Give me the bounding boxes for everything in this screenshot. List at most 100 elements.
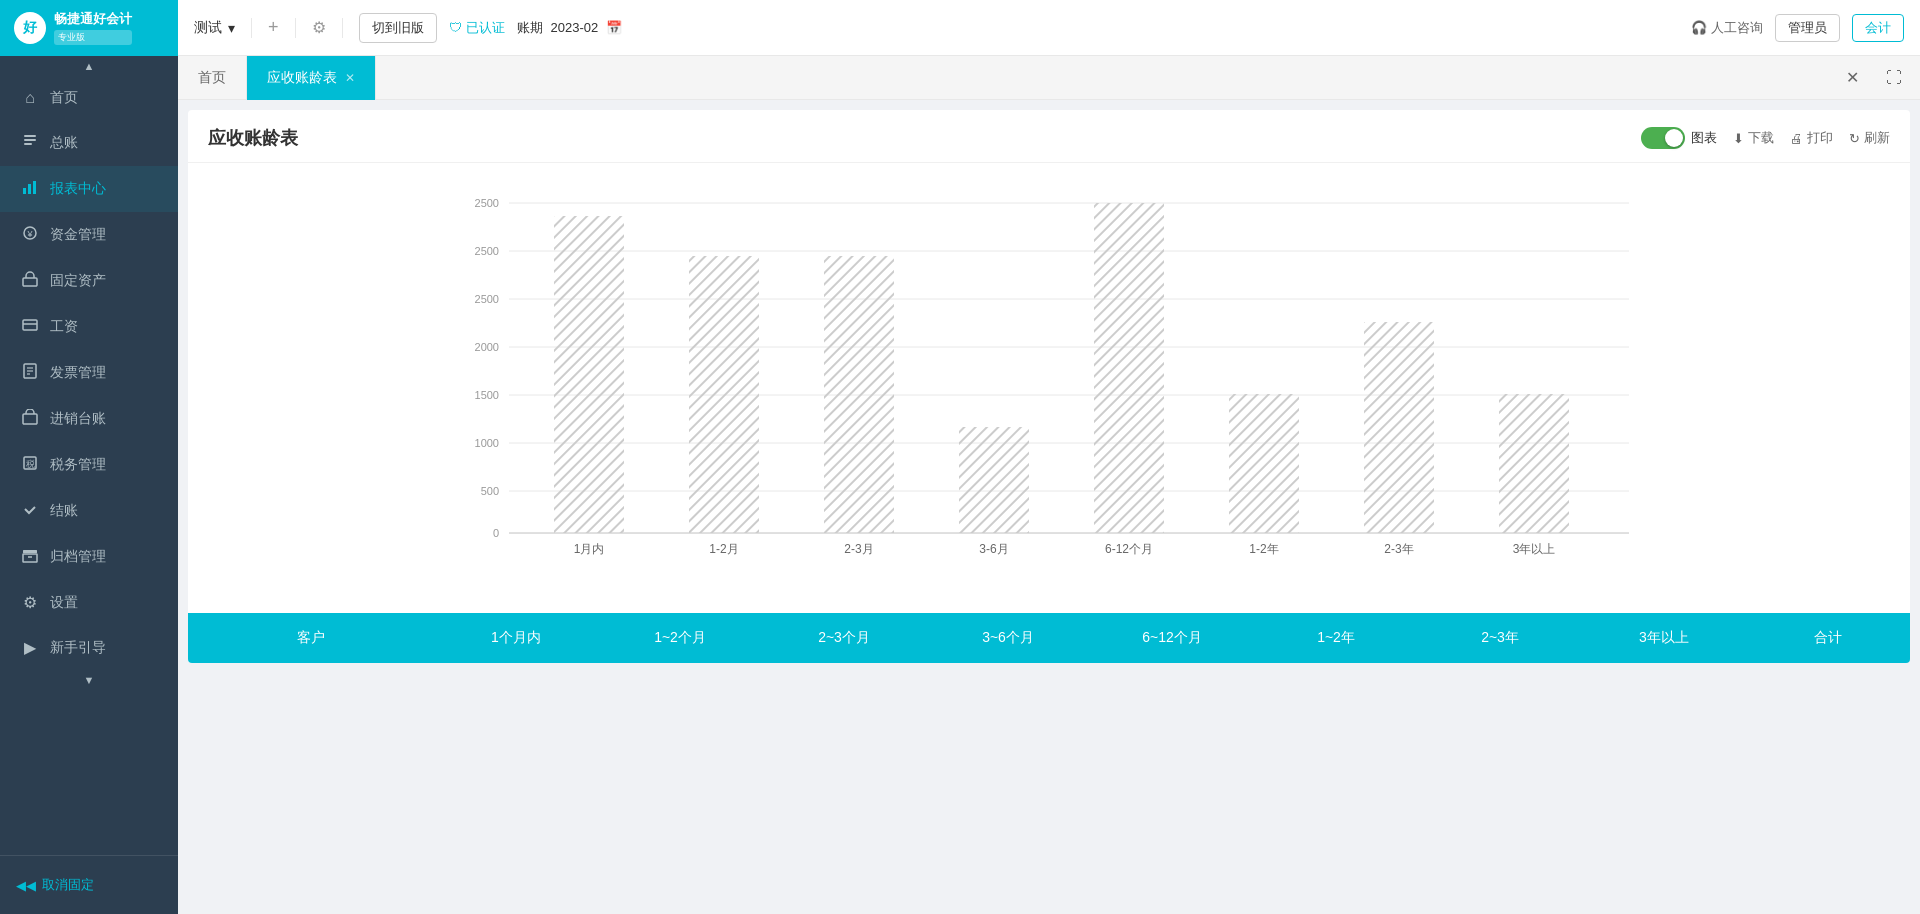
bar-1-2nian bbox=[1229, 394, 1299, 533]
svg-rect-5 bbox=[33, 181, 36, 194]
col-1m: 1个月内 bbox=[434, 613, 598, 663]
svg-text:2-3月: 2-3月 bbox=[844, 542, 873, 556]
accounting-period: 账期 2023-02 📅 bbox=[517, 19, 623, 37]
company-name: 测试 bbox=[194, 19, 222, 37]
sidebar-item-archive[interactable]: 归档管理 bbox=[0, 534, 178, 580]
close-panel-btn[interactable]: ✕ bbox=[1836, 62, 1868, 94]
sidebar: 好 畅捷通好会计 专业版 ▲ ⌂ 首页 总账 报表中心 bbox=[0, 0, 178, 914]
refresh-icon: ↻ bbox=[1849, 131, 1860, 146]
sidebar-item-salary[interactable]: 工资 bbox=[0, 304, 178, 350]
svg-text:1-2月: 1-2月 bbox=[709, 542, 738, 556]
app-name: 畅捷通好会计 bbox=[54, 11, 132, 28]
table-header: 客户 1个月内 1~2个月 2~3个月 3~6个月 6~12个月 1~2年 2~… bbox=[188, 613, 1910, 663]
content-inner: 应收账龄表 图表 ⬇ 下载 🖨 打印 bbox=[188, 110, 1910, 663]
sidebar-item-funds[interactable]: ¥ 资金管理 bbox=[0, 212, 178, 258]
company-dropdown-icon: ▾ bbox=[228, 20, 235, 36]
download-icon: ⬇ bbox=[1733, 131, 1744, 146]
archive-icon bbox=[20, 547, 40, 567]
col-total: 合计 bbox=[1746, 613, 1910, 663]
sidebar-logo: 好 畅捷通好会计 专业版 bbox=[0, 0, 178, 56]
col-customer: 客户 bbox=[188, 613, 434, 663]
svg-text:2-3年: 2-3年 bbox=[1384, 542, 1413, 556]
svg-text:1000: 1000 bbox=[475, 437, 499, 449]
role-btn[interactable]: 会计 bbox=[1852, 14, 1904, 42]
topbar-divider-3 bbox=[342, 18, 343, 38]
chart-toggle[interactable] bbox=[1641, 127, 1685, 149]
cancel-fixed-btn[interactable]: ◀◀ 取消固定 bbox=[0, 866, 178, 904]
shield-icon: 🛡 bbox=[449, 20, 462, 35]
page-header: 应收账龄表 图表 ⬇ 下载 🖨 打印 bbox=[188, 110, 1910, 163]
topbar: 测试 ▾ + ⚙ 切到旧版 🛡 已认证 账期 2023-02 📅 🎧 人工咨询 … bbox=[178, 0, 1920, 56]
add-company-btn[interactable]: + bbox=[268, 17, 279, 38]
user-btn[interactable]: 管理员 bbox=[1775, 14, 1840, 42]
topbar-divider-2 bbox=[295, 18, 296, 38]
tabbar: 首页 应收账龄表 ✕ ✕ ⛶ bbox=[178, 56, 1920, 100]
svg-rect-4 bbox=[28, 184, 31, 194]
content-area: 应收账龄表 图表 ⬇ 下载 🖨 打印 bbox=[178, 100, 1920, 914]
col-3-6m: 3~6个月 bbox=[926, 613, 1090, 663]
bar-3-6yue bbox=[959, 427, 1029, 533]
guide-icon: ▶ bbox=[20, 638, 40, 657]
tabbar-right: ✕ ⛶ bbox=[1836, 62, 1920, 94]
page-actions: 图表 ⬇ 下载 🖨 打印 ↻ 刷新 bbox=[1641, 127, 1890, 149]
refresh-btn[interactable]: ↻ 刷新 bbox=[1849, 129, 1890, 147]
sidebar-item-guide[interactable]: ▶ 新手引导 bbox=[0, 625, 178, 670]
app-logo-icon: 好 bbox=[14, 12, 46, 44]
svg-rect-8 bbox=[23, 278, 37, 286]
sidebar-item-settings[interactable]: ⚙ 设置 bbox=[0, 580, 178, 625]
svg-text:¥: ¥ bbox=[26, 229, 33, 239]
sidebar-nav: ▲ ⌂ 首页 总账 报表中心 ¥ 资金管理 bbox=[0, 56, 178, 855]
tab-home[interactable]: 首页 bbox=[178, 56, 247, 100]
chart-area: 2500 2500 2500 2000 1500 1000 500 0 bbox=[188, 163, 1910, 613]
table-area: 客户 1个月内 1~2个月 2~3个月 3~6个月 6~12个月 1~2年 2~… bbox=[188, 613, 1910, 663]
topbar-divider-1 bbox=[251, 18, 252, 38]
col-2-3m: 2~3个月 bbox=[762, 613, 926, 663]
col-6-12m: 6~12个月 bbox=[1090, 613, 1254, 663]
sidebar-item-invoice[interactable]: 发票管理 bbox=[0, 350, 178, 396]
invoice-icon bbox=[20, 363, 40, 383]
tab-close-btn[interactable]: ✕ bbox=[345, 71, 355, 85]
sidebar-item-home[interactable]: ⌂ 首页 bbox=[0, 76, 178, 120]
svg-text:1500: 1500 bbox=[475, 389, 499, 401]
bar-1-2yue bbox=[689, 256, 759, 533]
sidebar-scroll-down[interactable]: ▼ bbox=[0, 670, 178, 690]
svg-text:1-2年: 1-2年 bbox=[1249, 542, 1278, 556]
bar-chart: 2500 2500 2500 2000 1500 1000 500 0 bbox=[218, 183, 1880, 583]
svg-text:2000: 2000 bbox=[475, 341, 499, 353]
page-title: 应收账龄表 bbox=[208, 126, 298, 150]
print-btn[interactable]: 🖨 打印 bbox=[1790, 129, 1833, 147]
calendar-icon[interactable]: 📅 bbox=[606, 20, 622, 35]
sidebar-item-reports[interactable]: 报表中心 bbox=[0, 166, 178, 212]
svg-rect-3 bbox=[23, 188, 26, 194]
sidebar-item-tax[interactable]: 税 税务管理 bbox=[0, 442, 178, 488]
expand-btn[interactable]: ⛶ bbox=[1878, 62, 1910, 94]
tab-ar-aging[interactable]: 应收账龄表 ✕ bbox=[247, 56, 376, 100]
sidebar-scroll-up[interactable]: ▲ bbox=[0, 56, 178, 76]
svg-text:500: 500 bbox=[481, 485, 499, 497]
sidebar-item-inventory[interactable]: 进销台账 bbox=[0, 396, 178, 442]
sidebar-item-close[interactable]: 结账 bbox=[0, 488, 178, 534]
settings-icon: ⚙ bbox=[20, 593, 40, 612]
download-btn[interactable]: ⬇ 下载 bbox=[1733, 129, 1774, 147]
svg-rect-9 bbox=[23, 320, 37, 330]
col-1-2m: 1~2个月 bbox=[598, 613, 762, 663]
svg-rect-18 bbox=[23, 550, 37, 553]
chart-toggle-label: 图表 bbox=[1691, 129, 1717, 147]
switch-version-btn[interactable]: 切到旧版 bbox=[359, 13, 437, 43]
sidebar-item-assets[interactable]: 固定资产 bbox=[0, 258, 178, 304]
svg-text:税: 税 bbox=[26, 459, 35, 469]
toggle-knob bbox=[1665, 129, 1683, 147]
col-3y-plus: 3年以上 bbox=[1582, 613, 1746, 663]
sidebar-item-ledger[interactable]: 总账 bbox=[0, 120, 178, 166]
company-selector[interactable]: 测试 ▾ bbox=[194, 19, 235, 37]
settings-gear-btn[interactable]: ⚙ bbox=[312, 18, 326, 37]
human-service-btn[interactable]: 🎧 人工咨询 bbox=[1691, 19, 1763, 37]
reports-icon bbox=[20, 179, 40, 199]
svg-text:2500: 2500 bbox=[475, 245, 499, 257]
funds-icon: ¥ bbox=[20, 225, 40, 245]
svg-text:1月内: 1月内 bbox=[574, 542, 605, 556]
svg-text:2500: 2500 bbox=[475, 197, 499, 209]
svg-rect-15 bbox=[23, 414, 37, 424]
svg-rect-2 bbox=[24, 143, 32, 145]
print-icon: 🖨 bbox=[1790, 131, 1803, 146]
